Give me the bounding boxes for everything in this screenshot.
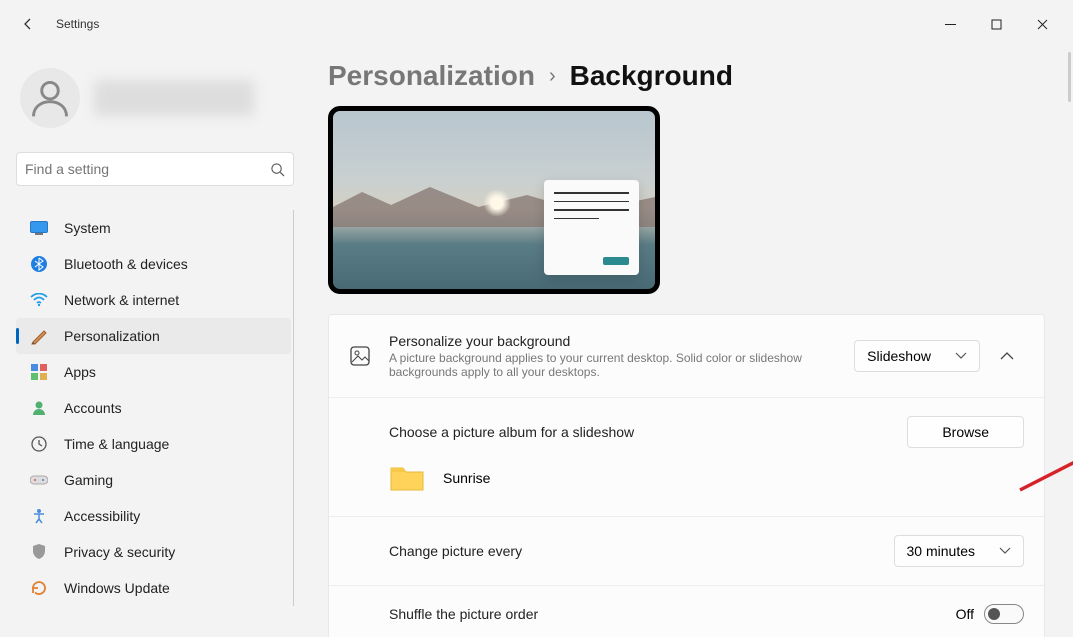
wifi-icon bbox=[30, 291, 48, 309]
maximize-icon bbox=[991, 19, 1002, 30]
shuffle-label: Shuffle the picture order bbox=[389, 606, 956, 622]
minimize-button[interactable] bbox=[927, 6, 973, 42]
personalize-title: Personalize your background bbox=[389, 333, 854, 349]
change-interval-row: Change picture every 30 minutes bbox=[329, 517, 1044, 586]
user-name bbox=[94, 80, 254, 116]
privacy-icon bbox=[30, 543, 48, 561]
maximize-button[interactable] bbox=[973, 6, 1019, 42]
chevron-up-icon bbox=[1000, 352, 1014, 361]
sidebar-item-system[interactable]: System bbox=[16, 210, 291, 246]
album-row: Choose a picture album for a slideshow B… bbox=[329, 398, 1044, 454]
time-icon bbox=[30, 435, 48, 453]
background-mode-select[interactable]: Slideshow bbox=[854, 340, 980, 372]
sidebar-item-label: Apps bbox=[64, 364, 96, 380]
window-title: Settings bbox=[56, 17, 99, 31]
album-label: Choose a picture album for a slideshow bbox=[389, 424, 907, 440]
back-button[interactable] bbox=[8, 6, 48, 42]
sidebar: System Bluetooth & devices Network & int… bbox=[0, 48, 300, 637]
background-preview bbox=[328, 106, 660, 294]
search-input[interactable] bbox=[25, 161, 270, 177]
sidebar-item-label: Accessibility bbox=[64, 508, 140, 524]
select-value: Slideshow bbox=[867, 348, 931, 364]
sidebar-item-network[interactable]: Network & internet bbox=[16, 282, 291, 318]
folder-icon bbox=[389, 464, 425, 492]
select-value: 30 minutes bbox=[907, 543, 975, 559]
window-controls bbox=[927, 6, 1065, 42]
nav-list: System Bluetooth & devices Network & int… bbox=[16, 210, 294, 606]
sidebar-item-accounts[interactable]: Accounts bbox=[16, 390, 291, 426]
sidebar-item-label: Windows Update bbox=[64, 580, 170, 596]
update-icon bbox=[30, 579, 48, 597]
settings-card: Personalize your background A picture ba… bbox=[328, 314, 1045, 637]
change-label: Change picture every bbox=[389, 543, 894, 559]
sidebar-item-label: Time & language bbox=[64, 436, 169, 452]
sidebar-item-update[interactable]: Windows Update bbox=[16, 570, 291, 606]
sidebar-item-gaming[interactable]: Gaming bbox=[16, 462, 291, 498]
sidebar-item-label: Bluetooth & devices bbox=[64, 256, 188, 272]
folder-row[interactable]: Sunrise bbox=[329, 454, 1044, 517]
preview-window bbox=[544, 180, 639, 275]
scrollbar[interactable] bbox=[1068, 52, 1071, 102]
sun-graphic bbox=[483, 189, 511, 217]
person-icon bbox=[28, 76, 72, 120]
system-icon bbox=[30, 219, 48, 237]
avatar bbox=[20, 68, 80, 128]
picture-icon bbox=[349, 345, 371, 367]
toggle-state-label: Off bbox=[956, 606, 974, 622]
chevron-down-icon bbox=[999, 547, 1011, 555]
sidebar-item-privacy[interactable]: Privacy & security bbox=[16, 534, 291, 570]
search-icon bbox=[270, 162, 285, 177]
sidebar-item-accessibility[interactable]: Accessibility bbox=[16, 498, 291, 534]
breadcrumb-parent[interactable]: Personalization bbox=[328, 60, 535, 92]
personalization-icon bbox=[30, 327, 48, 345]
sidebar-item-label: Personalization bbox=[64, 328, 160, 344]
user-section[interactable] bbox=[16, 48, 294, 152]
sidebar-item-label: Gaming bbox=[64, 472, 113, 488]
search-box[interactable] bbox=[16, 152, 294, 186]
sidebar-item-label: Network & internet bbox=[64, 292, 179, 308]
minimize-icon bbox=[945, 19, 956, 30]
sidebar-item-label: Accounts bbox=[64, 400, 122, 416]
chevron-right-icon: › bbox=[549, 65, 556, 88]
shuffle-row: Shuffle the picture order Off bbox=[329, 586, 1044, 637]
change-interval-select[interactable]: 30 minutes bbox=[894, 535, 1024, 567]
toggle-knob bbox=[988, 608, 1000, 620]
sidebar-item-label: Privacy & security bbox=[64, 544, 175, 560]
breadcrumb-current: Background bbox=[570, 60, 733, 92]
sidebar-item-bluetooth[interactable]: Bluetooth & devices bbox=[16, 246, 291, 282]
gaming-icon bbox=[30, 471, 48, 489]
sidebar-item-personalization[interactable]: Personalization bbox=[16, 318, 291, 354]
breadcrumb: Personalization › Background bbox=[328, 60, 1045, 92]
close-button[interactable] bbox=[1019, 6, 1065, 42]
personalize-desc: A picture background applies to your cur… bbox=[389, 351, 849, 379]
sidebar-item-apps[interactable]: Apps bbox=[16, 354, 291, 390]
accessibility-icon bbox=[30, 507, 48, 525]
apps-icon bbox=[30, 363, 48, 381]
folder-name: Sunrise bbox=[443, 470, 490, 486]
accounts-icon bbox=[30, 399, 48, 417]
sidebar-item-time[interactable]: Time & language bbox=[16, 426, 291, 462]
expand-button[interactable] bbox=[990, 339, 1024, 373]
close-icon bbox=[1037, 19, 1048, 30]
sidebar-item-label: System bbox=[64, 220, 111, 236]
main-content: Personalization › Background Personalize… bbox=[300, 48, 1073, 637]
browse-button[interactable]: Browse bbox=[907, 416, 1024, 448]
arrow-left-icon bbox=[20, 16, 36, 32]
titlebar: Settings bbox=[0, 0, 1073, 48]
chevron-down-icon bbox=[955, 352, 967, 360]
bluetooth-icon bbox=[30, 255, 48, 273]
shuffle-toggle[interactable] bbox=[984, 604, 1024, 624]
personalize-row: Personalize your background A picture ba… bbox=[329, 315, 1044, 398]
